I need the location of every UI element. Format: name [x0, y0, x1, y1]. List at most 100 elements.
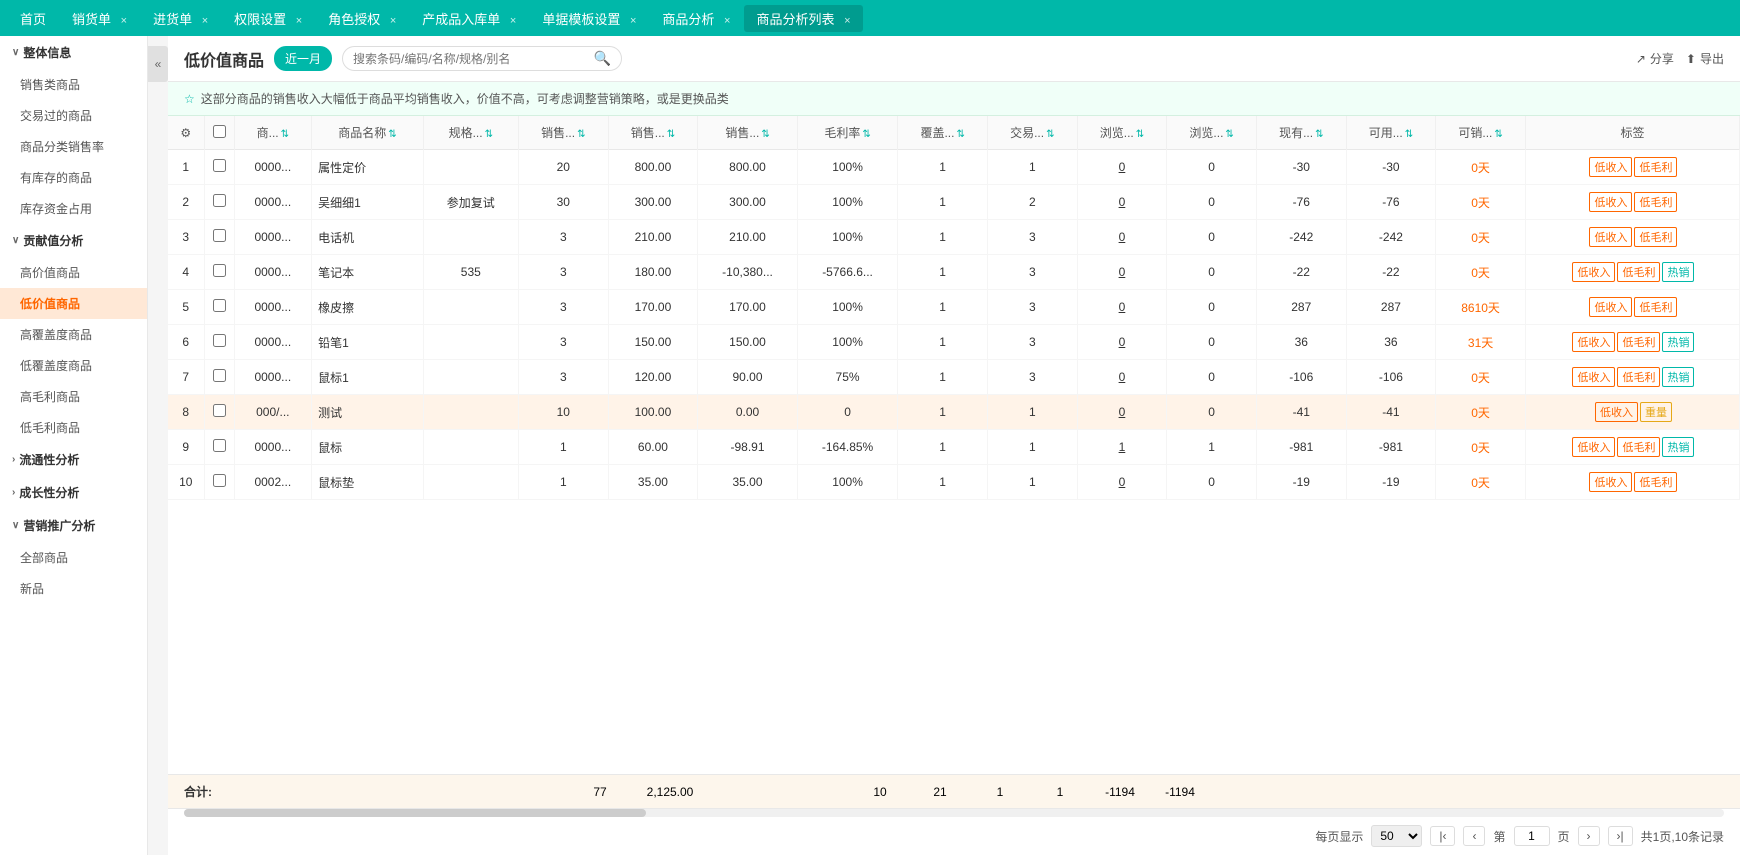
- td-checkbox[interactable]: [204, 150, 234, 185]
- td-browse1[interactable]: 0: [1077, 465, 1167, 500]
- nav-goods-analysis-list[interactable]: 商品分析列表 ×: [744, 5, 862, 32]
- th-sales2[interactable]: 销售...⇅: [608, 116, 698, 150]
- td-checkbox[interactable]: [204, 220, 234, 255]
- td-checkbox[interactable]: [204, 430, 234, 465]
- row-checkbox[interactable]: [213, 159, 226, 172]
- sidebar-item-sales-goods[interactable]: 销售类商品: [0, 69, 147, 100]
- tab-recent-month[interactable]: 近一月: [274, 46, 332, 71]
- th-checkbox[interactable]: [204, 116, 234, 150]
- nav-roles[interactable]: 角色授权 ×: [316, 5, 408, 32]
- td-checkbox[interactable]: [204, 185, 234, 220]
- nav-goods-analysis[interactable]: 商品分析 ×: [650, 5, 742, 32]
- nav-purchase[interactable]: 进货单 ×: [141, 5, 220, 32]
- nav-sales[interactable]: 销货单 ×: [60, 5, 139, 32]
- sidebar-item-traded-goods[interactable]: 交易过的商品: [0, 100, 147, 131]
- td-browse1[interactable]: 0: [1077, 290, 1167, 325]
- td-browse1[interactable]: 0: [1077, 325, 1167, 360]
- sidebar-item-stock-fund[interactable]: 库存资金占用: [0, 193, 147, 224]
- th-coverage[interactable]: 覆盖...⇅: [898, 116, 988, 150]
- th-code[interactable]: 商...⇅: [234, 116, 312, 150]
- td-checkbox[interactable]: [204, 290, 234, 325]
- th-gear[interactable]: ⚙: [168, 116, 204, 150]
- td-browse1[interactable]: 0: [1077, 220, 1167, 255]
- browse-link[interactable]: 0: [1119, 230, 1126, 244]
- page-input[interactable]: [1514, 826, 1550, 846]
- th-sales1[interactable]: 销售...⇅: [518, 116, 608, 150]
- sidebar-item-all-goods[interactable]: 全部商品: [0, 542, 147, 573]
- th-browse2[interactable]: 浏览...⇅: [1167, 116, 1257, 150]
- nav-products[interactable]: 产成品入库单 ×: [410, 5, 528, 32]
- th-trade[interactable]: 交易...⇅: [987, 116, 1077, 150]
- sidebar-item-stock-goods[interactable]: 有库存的商品: [0, 162, 147, 193]
- td-checkbox[interactable]: [204, 255, 234, 290]
- td-gross: 100%: [797, 220, 898, 255]
- th-gross[interactable]: 毛利率⇅: [797, 116, 898, 150]
- first-page-btn[interactable]: |‹: [1430, 826, 1455, 846]
- row-checkbox[interactable]: [213, 369, 226, 382]
- th-stock2[interactable]: 可用...⇅: [1346, 116, 1436, 150]
- search-input[interactable]: [353, 52, 588, 66]
- td-browse1[interactable]: 0: [1077, 255, 1167, 290]
- td-checkbox[interactable]: [204, 360, 234, 395]
- th-browse1[interactable]: 浏览...⇅: [1077, 116, 1167, 150]
- sidebar-group-marketing[interactable]: ∨ 营销推广分析: [0, 509, 147, 542]
- td-browse1[interactable]: 0: [1077, 185, 1167, 220]
- td-s1: 10: [518, 395, 608, 430]
- td-checkbox[interactable]: [204, 465, 234, 500]
- row-checkbox[interactable]: [213, 229, 226, 242]
- td-checkbox[interactable]: [204, 395, 234, 430]
- browse-link[interactable]: 0: [1119, 370, 1126, 384]
- browse-link[interactable]: 0: [1119, 405, 1126, 419]
- export-button[interactable]: ⬆ 导出: [1686, 50, 1724, 67]
- prev-page-btn[interactable]: ‹: [1463, 826, 1485, 846]
- row-checkbox[interactable]: [213, 474, 226, 487]
- share-button[interactable]: ↗ 分享: [1636, 50, 1674, 67]
- sidebar-group-growth[interactable]: › 成长性分析: [0, 476, 147, 509]
- sidebar-group-contribution[interactable]: ∨ 贡献值分析: [0, 224, 147, 257]
- td-browse1[interactable]: 0: [1077, 395, 1167, 430]
- th-name[interactable]: 商品名称⇅: [312, 116, 424, 150]
- th-sales3[interactable]: 销售...⇅: [698, 116, 798, 150]
- nav-permissions[interactable]: 权限设置 ×: [222, 5, 314, 32]
- sidebar-item-low-margin[interactable]: 低毛利商品: [0, 412, 147, 443]
- sidebar-item-new-goods[interactable]: 新品: [0, 573, 147, 604]
- row-checkbox[interactable]: [213, 404, 226, 417]
- nav-home[interactable]: 首页: [8, 5, 58, 32]
- td-stock2: -242: [1346, 220, 1436, 255]
- row-checkbox[interactable]: [213, 439, 226, 452]
- browse-link[interactable]: 0: [1119, 195, 1126, 209]
- browse-link[interactable]: 0: [1119, 265, 1126, 279]
- browse-link[interactable]: 0: [1119, 300, 1126, 314]
- search-icon[interactable]: 🔍: [594, 50, 611, 67]
- sidebar-item-high-margin[interactable]: 高毛利商品: [0, 381, 147, 412]
- th-spec[interactable]: 规格...⇅: [423, 116, 518, 150]
- sidebar-item-low-value[interactable]: 低价值商品: [0, 288, 147, 319]
- sidebar-item-category-rate[interactable]: 商品分类销售率: [0, 131, 147, 162]
- td-browse1[interactable]: 0: [1077, 360, 1167, 395]
- sidebar-item-high-value[interactable]: 高价值商品: [0, 257, 147, 288]
- sidebar-group-liquidity[interactable]: › 流通性分析: [0, 443, 147, 476]
- th-stock1[interactable]: 现有...⇅: [1256, 116, 1346, 150]
- td-checkbox[interactable]: [204, 325, 234, 360]
- per-page-select[interactable]: 50 100 200: [1371, 825, 1422, 847]
- row-checkbox[interactable]: [213, 194, 226, 207]
- sidebar-group-overview[interactable]: ∨ 整体信息: [0, 36, 147, 69]
- th-stock3[interactable]: 可销...⇅: [1436, 116, 1526, 150]
- td-browse1[interactable]: 1: [1077, 430, 1167, 465]
- next-page-btn[interactable]: ›: [1578, 826, 1600, 846]
- nav-templates[interactable]: 单据模板设置 ×: [530, 5, 648, 32]
- td-browse1[interactable]: 0: [1077, 150, 1167, 185]
- sidebar-item-high-coverage[interactable]: 高覆盖度商品: [0, 319, 147, 350]
- browse-link[interactable]: 0: [1119, 160, 1126, 174]
- browse-link[interactable]: 0: [1119, 335, 1126, 349]
- sidebar-item-low-coverage[interactable]: 低覆盖度商品: [0, 350, 147, 381]
- browse-link[interactable]: 0: [1119, 475, 1126, 489]
- row-checkbox[interactable]: [213, 334, 226, 347]
- last-page-btn[interactable]: ›|: [1608, 826, 1633, 846]
- horizontal-scrollbar[interactable]: [184, 809, 646, 817]
- sidebar-toggle-btn[interactable]: «: [148, 46, 168, 82]
- row-checkbox[interactable]: [213, 299, 226, 312]
- row-checkbox[interactable]: [213, 264, 226, 277]
- select-all-checkbox[interactable]: [213, 125, 226, 138]
- browse-link[interactable]: 1: [1119, 440, 1126, 454]
